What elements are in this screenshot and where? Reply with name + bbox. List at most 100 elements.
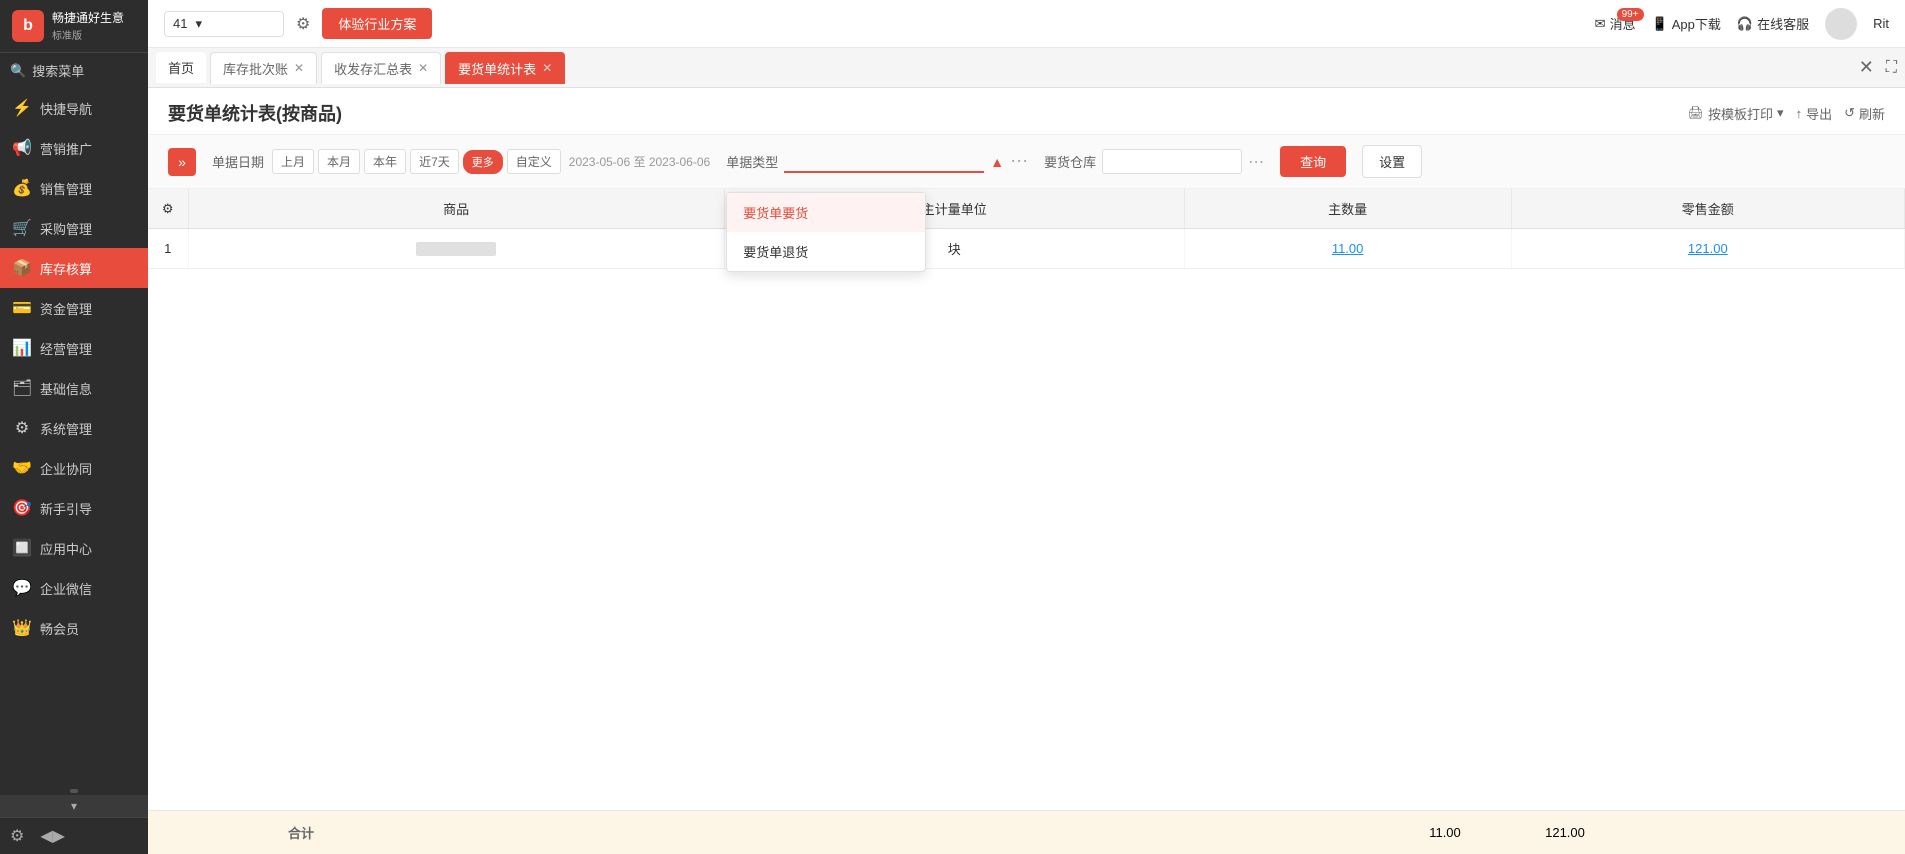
tab-kucun-pizhang[interactable]: 库存批次账 ✕ [210,52,317,84]
qty-link[interactable]: 11.00 [1332,241,1364,256]
footer-label: 合计 [288,823,314,842]
sidebar-item-huiyuan[interactable]: 👑 畅会员 [0,608,148,648]
print-button[interactable]: 🖨 按模板打印 ▾ [1688,104,1784,123]
topbar-gear-icon[interactable]: ⚙ [296,14,310,34]
jichu-icon: 🗂 [12,378,32,398]
type-filter-label: 单据类型 [726,152,778,171]
refresh-label: 刷新 [1859,104,1885,123]
date-filter-group: 单据日期 上月 本月 本年 近7天 更多 自定义 2023-05-06 至 20… [212,149,710,174]
app-logo-icon: b [12,10,44,42]
sidebar: b 畅捷通好生意 标准版 🔍 搜索菜单 ⚡ 快捷导航 📢 营销推广 💰 销售管理… [0,0,148,854]
collapse-icon[interactable]: ◀▶ [40,826,65,846]
date-btn-this-year[interactable]: 本年 [364,149,406,174]
sidebar-item-jichu[interactable]: 🗂 基础信息 [0,368,148,408]
warehouse-more-icon[interactable]: ⋯ [1248,152,1264,172]
jingying-icon: 📊 [12,338,32,358]
sidebar-item-xitong[interactable]: ⚙ 系统管理 [0,408,148,448]
type-filter-more[interactable]: ⋯ [1010,151,1028,172]
date-btn-more[interactable]: 更多 [463,150,503,174]
scroll-thumb [70,789,78,793]
tab-close-icon[interactable]: ✕ [294,62,304,74]
export-button[interactable]: ↑ 导出 [1796,104,1833,123]
headset-icon: 🎧 [1737,16,1753,32]
sidebar-item-xiaoshou[interactable]: 💰 销售管理 [0,168,148,208]
table-footer: 合计 11.00 121.00 [148,810,1905,854]
tab-label: 收发存汇总表 [334,59,412,78]
tab-more-button[interactable]: ✕ [1859,57,1874,78]
sidebar-item-kucun[interactable]: 📦 库存核算 [0,248,148,288]
dropdown-item-tuihuo[interactable]: 要货单退货 [727,232,925,271]
tab-close-icon[interactable]: ✕ [418,62,428,74]
topbar-left: 41 ▾ ⚙ 体验行业方案 [164,8,432,39]
date-btn-this-month[interactable]: 本月 [318,149,360,174]
type-dropdown: 要货单要货 要货单退货 [726,192,926,272]
footer-qty: 11.00 [1385,825,1505,840]
message-badge: 99+ [1617,8,1644,21]
sidebar-search[interactable]: 🔍 搜索菜单 [0,53,148,88]
sidebar-menu: ⚡ 快捷导航 📢 营销推广 💰 销售管理 🛒 采购管理 📦 库存核算 💳 资金管… [0,88,148,787]
zijin-icon: 💳 [12,298,32,318]
sidebar-item-xinshou[interactable]: 🎯 新手引导 [0,488,148,528]
tab-yaohuo[interactable]: 要货单统计表 ✕ [445,52,565,84]
cell-qty[interactable]: 11.00 [1184,229,1511,269]
sidebar-item-qiye[interactable]: 🤝 企业协同 [0,448,148,488]
page-title: 要货单统计表(按商品) [168,100,342,126]
sidebar-item-label: 企业微信 [40,579,92,598]
app-name: 畅捷通好生意 [52,10,124,27]
type-filter-arrow[interactable]: ▲ [990,154,1004,170]
col-settings[interactable]: ⚙ [148,189,188,229]
cell-amount[interactable]: 121.00 [1511,229,1904,269]
branch-selector[interactable]: 41 ▾ [164,11,284,37]
topbar: 41 ▾ ⚙ 体验行业方案 ✉ 消息 99+ 📱 App下载 🎧 在线客服 Ri… [148,0,1905,48]
message-icon: ✉ [1595,16,1606,32]
tab-home[interactable]: 首页 [156,52,206,83]
date-btn-7days[interactable]: 近7天 [410,149,459,174]
sidebar-item-kuaijie[interactable]: ⚡ 快捷导航 [0,88,148,128]
fullscreen-button[interactable]: ⛶ [1886,59,1897,77]
search-icon: 🔍 [10,63,26,79]
refresh-button[interactable]: ↺ 刷新 [1844,104,1885,123]
tab-close-icon[interactable]: ✕ [542,62,552,74]
sidebar-item-caigou[interactable]: 🛒 采购管理 [0,208,148,248]
sidebar-logo: b 畅捷通好生意 标准版 [0,0,148,53]
tab-shoufacun[interactable]: 收发存汇总表 ✕ [321,52,441,84]
date-btn-custom[interactable]: 自定义 [507,149,561,174]
topbar-app-download[interactable]: 📱 App下载 [1652,14,1721,33]
trial-button[interactable]: 体验行业方案 [322,8,432,39]
query-button[interactable]: 查询 [1280,146,1346,177]
xinshou-icon: 🎯 [12,498,32,518]
dropdown-item-yaohuo[interactable]: 要货单要货 [727,193,925,232]
warehouse-filter-label: 要货仓库 [1044,152,1096,171]
service-label: 在线客服 [1757,14,1809,33]
home-tab-label: 首页 [168,58,194,77]
tabs-bar: 首页 库存批次账 ✕ 收发存汇总表 ✕ 要货单统计表 ✕ ✕ ⛶ [148,48,1905,88]
app-edition: 标准版 [52,27,124,42]
filter-expand-button[interactable]: » [168,148,196,176]
cell-seq: 1 [148,229,188,269]
qiye-icon: 🤝 [12,458,32,478]
footer-amount: 121.00 [1505,825,1625,840]
type-filter-input[interactable] [784,150,984,173]
print-icon: 🖨 [1688,105,1705,121]
page-content: 要货单统计表(按商品) 🖨 按模板打印 ▾ ↑ 导出 ↺ 刷新 » [148,88,1905,854]
kuaijie-icon: ⚡ [12,98,32,118]
yingxiao-icon: 📢 [12,138,32,158]
sidebar-item-jingying[interactable]: 📊 经营管理 [0,328,148,368]
settings-button[interactable]: 设置 [1362,145,1422,178]
sidebar-item-label: 应用中心 [40,539,92,558]
amount-link[interactable]: 121.00 [1688,241,1728,256]
phone-icon: 📱 [1652,16,1668,32]
sidebar-item-yingxiao[interactable]: 📢 营销推广 [0,128,148,168]
topbar-messages[interactable]: ✉ 消息 99+ [1595,14,1636,33]
sidebar-item-yingyong[interactable]: 🔲 应用中心 [0,528,148,568]
column-settings-icon[interactable]: ⚙ [162,201,174,216]
sidebar-scroll-down[interactable]: ▾ [0,795,148,817]
huiyuan-icon: 👑 [12,618,32,638]
date-btn-last-month[interactable]: 上月 [272,149,314,174]
sidebar-item-qiyeweixin[interactable]: 💬 企业微信 [0,568,148,608]
topbar-customer-service[interactable]: 🎧 在线客服 [1737,14,1809,33]
branch-value: 41 [173,16,187,31]
warehouse-filter-input[interactable] [1102,149,1242,174]
settings-icon[interactable]: ⚙ [10,826,24,846]
sidebar-item-zijin[interactable]: 💳 资金管理 [0,288,148,328]
